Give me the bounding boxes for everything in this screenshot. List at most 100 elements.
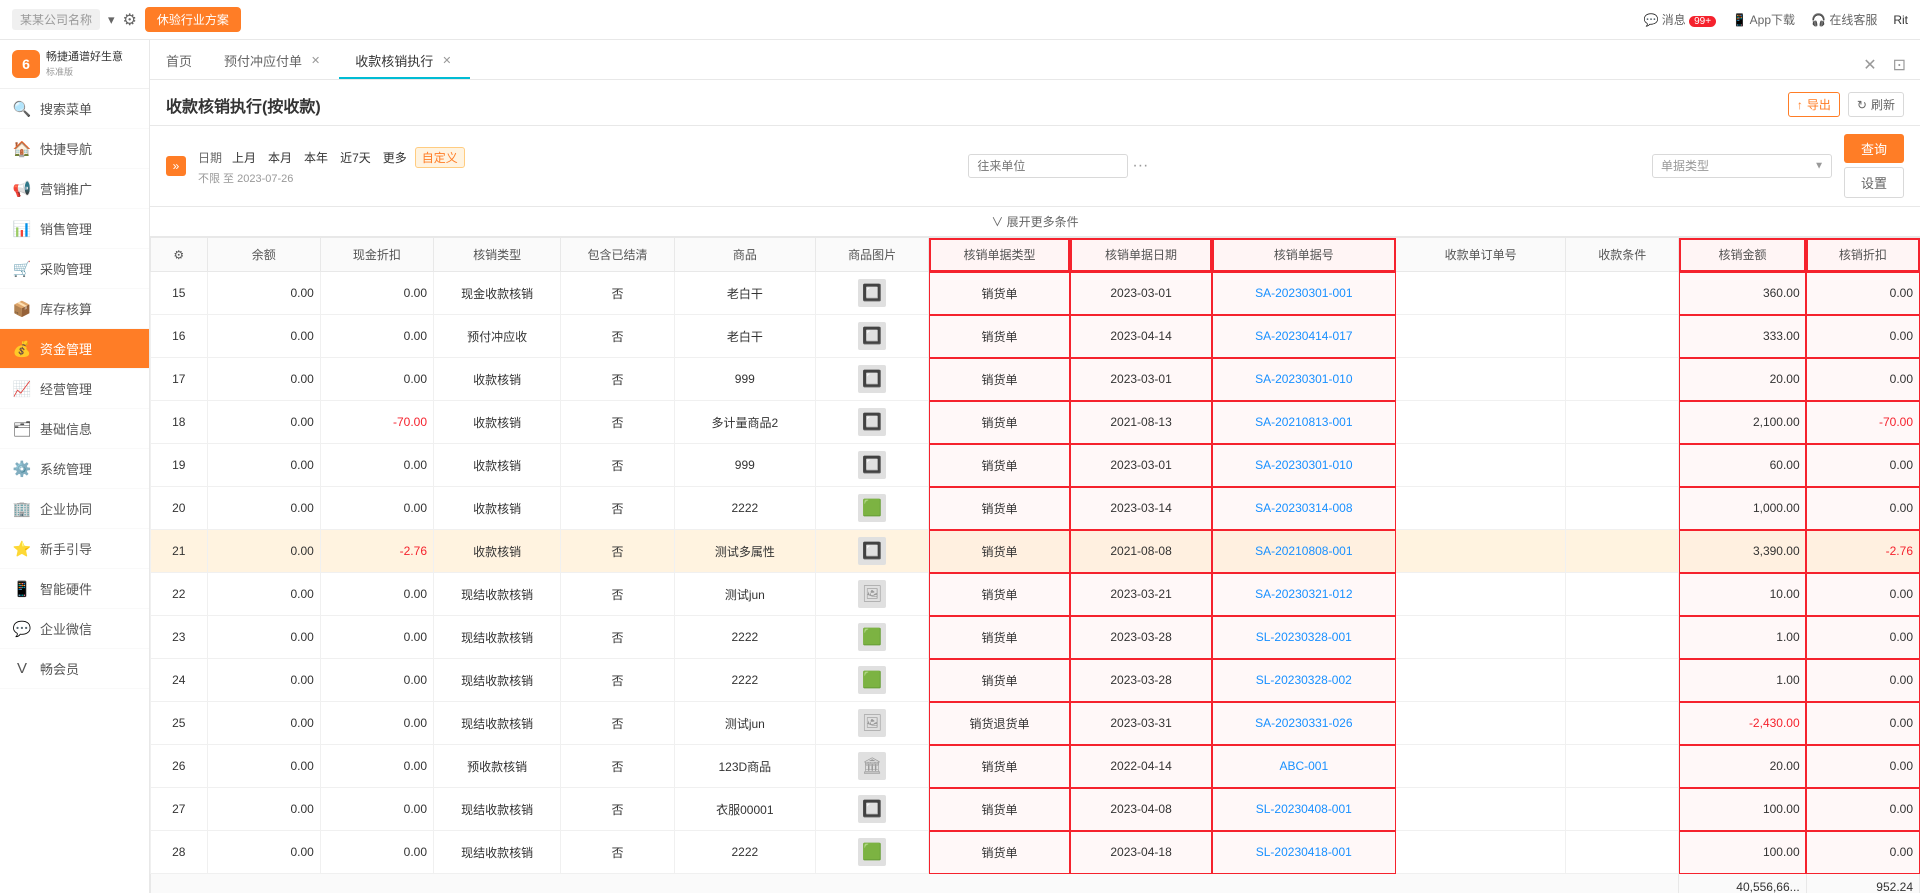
cell-receipt-condition [1566, 444, 1679, 487]
cell-bill-no[interactable]: SL-20230418-001 [1212, 831, 1396, 874]
cell-include-settled: 否 [561, 616, 674, 659]
company-name[interactable]: 某某公司名称 [12, 9, 100, 30]
online-service-btn[interactable]: 🎧 在线客服 [1811, 11, 1877, 28]
tab-1[interactable]: 预付冲应付单✕ [208, 43, 339, 79]
cell-bill-type: 销货单 [929, 358, 1071, 401]
cell-bill-no[interactable]: SL-20230328-002 [1212, 659, 1396, 702]
user-name[interactable]: Rit [1893, 13, 1908, 27]
bill-no-link[interactable]: SA-20230321-012 [1255, 587, 1352, 601]
bill-no-link[interactable]: SL-20230328-001 [1256, 630, 1352, 644]
cell-bill-no[interactable]: SL-20230408-001 [1212, 788, 1396, 831]
cell-rownum: 27 [151, 788, 208, 831]
sidebar-item-smart[interactable]: 📱智能硬件 [0, 569, 149, 609]
sidebar-item-finance[interactable]: 💰资金管理 [0, 329, 149, 369]
cell-verify-discount: 0.00 [1806, 659, 1919, 702]
cell-verify-amount: 3,390.00 [1679, 530, 1806, 573]
goods-image-thumb: 🔲 [858, 451, 886, 479]
th-settings[interactable]: ⚙ [151, 238, 208, 272]
sidebar-label-guide: 新手引导 [40, 539, 92, 558]
bill-no-link[interactable]: SA-20230301-010 [1255, 458, 1352, 472]
cell-goods-image: 🔲 [816, 401, 929, 444]
sidebar-item-search[interactable]: 🔍搜索菜单 [0, 89, 149, 129]
bill-no-link[interactable]: SA-20210813-001 [1255, 415, 1352, 429]
refresh-btn[interactable]: ↻ 刷新 [1848, 92, 1904, 117]
bill-no-link[interactable]: SA-20230301-001 [1255, 286, 1352, 300]
cell-bill-no[interactable]: SA-20230321-012 [1212, 573, 1396, 616]
sidebar-item-operation[interactable]: 📈经营管理 [0, 369, 149, 409]
cell-bill-type: 销货单 [929, 487, 1071, 530]
dropdown-icon[interactable]: ▾ [108, 12, 115, 28]
date-opt-custom[interactable]: 自定义 [415, 147, 465, 168]
sidebar-item-inventory[interactable]: 📦库存核算 [0, 289, 149, 329]
cell-receipt-condition [1566, 530, 1679, 573]
tab-close-1[interactable]: ✕ [308, 53, 323, 68]
bill-no-link[interactable]: SL-20230418-001 [1256, 845, 1352, 859]
sidebar-item-system[interactable]: ⚙️系统管理 [0, 449, 149, 489]
filter-expand-btn[interactable]: » [166, 156, 186, 176]
cell-receipt-order-no [1396, 530, 1566, 573]
cell-include-settled: 否 [561, 745, 674, 788]
cell-bill-no[interactable]: SA-20230301-001 [1212, 272, 1396, 315]
setting-btn[interactable]: 设置 [1844, 167, 1904, 198]
bill-no-link[interactable]: SA-20210808-001 [1255, 544, 1352, 558]
tab-close-2[interactable]: ✕ [439, 53, 454, 68]
cell-goods-image: 🖼 [816, 702, 929, 745]
bill-no-link[interactable]: SA-20230314-008 [1255, 501, 1352, 515]
sidebar-item-quick[interactable]: 🏠快捷导航 [0, 129, 149, 169]
industry-btn[interactable]: 休验行业方案 [145, 7, 241, 32]
bill-type-select[interactable]: 单据类型 [1652, 154, 1832, 178]
sidebar-item-member[interactable]: V畅会员 [0, 649, 149, 689]
sidebar-item-purchase[interactable]: 🛒采购管理 [0, 249, 149, 289]
cell-bill-no[interactable]: SA-20230301-010 [1212, 444, 1396, 487]
cell-bill-no[interactable]: SA-20230301-010 [1212, 358, 1396, 401]
cell-bill-no[interactable]: SA-20230314-008 [1212, 487, 1396, 530]
date-opt-this-year[interactable]: 本年 [300, 147, 332, 168]
cell-goods-image: 🟩 [816, 487, 929, 530]
bill-no-link[interactable]: SL-20230408-001 [1256, 802, 1352, 816]
cell-verify-discount: 0.00 [1806, 616, 1919, 659]
goods-image-thumb: 🟩 [858, 838, 886, 866]
top-bar-right: 💬 消息 99+ 📱 App下载 🎧 在线客服 Rit [1643, 11, 1908, 28]
sidebar-item-wechat[interactable]: 💬企业微信 [0, 609, 149, 649]
cell-bill-no[interactable]: SA-20230414-017 [1212, 315, 1396, 358]
query-btn[interactable]: 查询 [1844, 134, 1904, 163]
cell-cash-discount: 0.00 [320, 573, 433, 616]
sidebar-item-sales[interactable]: 📊销售管理 [0, 209, 149, 249]
sidebar-item-marketing[interactable]: 📢营销推广 [0, 169, 149, 209]
cell-bill-no[interactable]: SA-20230331-026 [1212, 702, 1396, 745]
gear-icon[interactable]: ⚙ [123, 10, 137, 30]
bill-no-link[interactable]: SA-20230331-026 [1255, 716, 1352, 730]
counterpart-dots[interactable]: ··· [1132, 157, 1148, 175]
sidebar-item-collab[interactable]: 🏢企业协同 [0, 489, 149, 529]
cell-bill-no[interactable]: SA-20210813-001 [1212, 401, 1396, 444]
cell-rownum: 26 [151, 745, 208, 788]
cell-bill-no[interactable]: SL-20230328-001 [1212, 616, 1396, 659]
tab-0[interactable]: 首页 [150, 43, 208, 79]
app-download-btn[interactable]: 📱 App下载 [1732, 11, 1795, 28]
close-tab-btn[interactable]: ✕ [1857, 51, 1882, 79]
bill-no-link[interactable]: SA-20230301-010 [1255, 372, 1352, 386]
cell-bill-no[interactable]: SA-20210808-001 [1212, 530, 1396, 573]
date-opt-more[interactable]: 更多 [379, 147, 411, 168]
counterpart-input[interactable] [968, 154, 1128, 178]
date-opt-7days[interactable]: 近7天 [336, 147, 375, 168]
cell-rownum: 15 [151, 272, 208, 315]
message-btn[interactable]: 💬 消息 99+ [1643, 11, 1716, 28]
expand-more-bar[interactable]: ∨ 展开更多条件 [150, 207, 1920, 237]
th-bill_date: 核销单据日期 [1070, 238, 1212, 272]
cell-rownum: 22 [151, 573, 208, 616]
cell-balance: 0.00 [207, 358, 320, 401]
tab-2[interactable]: 收款核销执行✕ [339, 43, 470, 79]
sidebar-item-guide[interactable]: ⭐新手引导 [0, 529, 149, 569]
bill-no-link[interactable]: ABC-001 [1279, 759, 1328, 773]
date-opt-this-month[interactable]: 本月 [264, 147, 296, 168]
maximize-btn[interactable]: ⊡ [1887, 51, 1912, 79]
search-icon: 🔍 [12, 100, 32, 118]
sidebar-item-basic[interactable]: 🗂基础信息 [0, 409, 149, 449]
date-opt-last-month[interactable]: 上月 [228, 147, 260, 168]
export-btn[interactable]: ↑ 导出 [1788, 92, 1840, 117]
bill-no-link[interactable]: SA-20230414-017 [1255, 329, 1352, 343]
cell-receipt-condition [1566, 616, 1679, 659]
cell-bill-no[interactable]: ABC-001 [1212, 745, 1396, 788]
bill-no-link[interactable]: SL-20230328-002 [1256, 673, 1352, 687]
